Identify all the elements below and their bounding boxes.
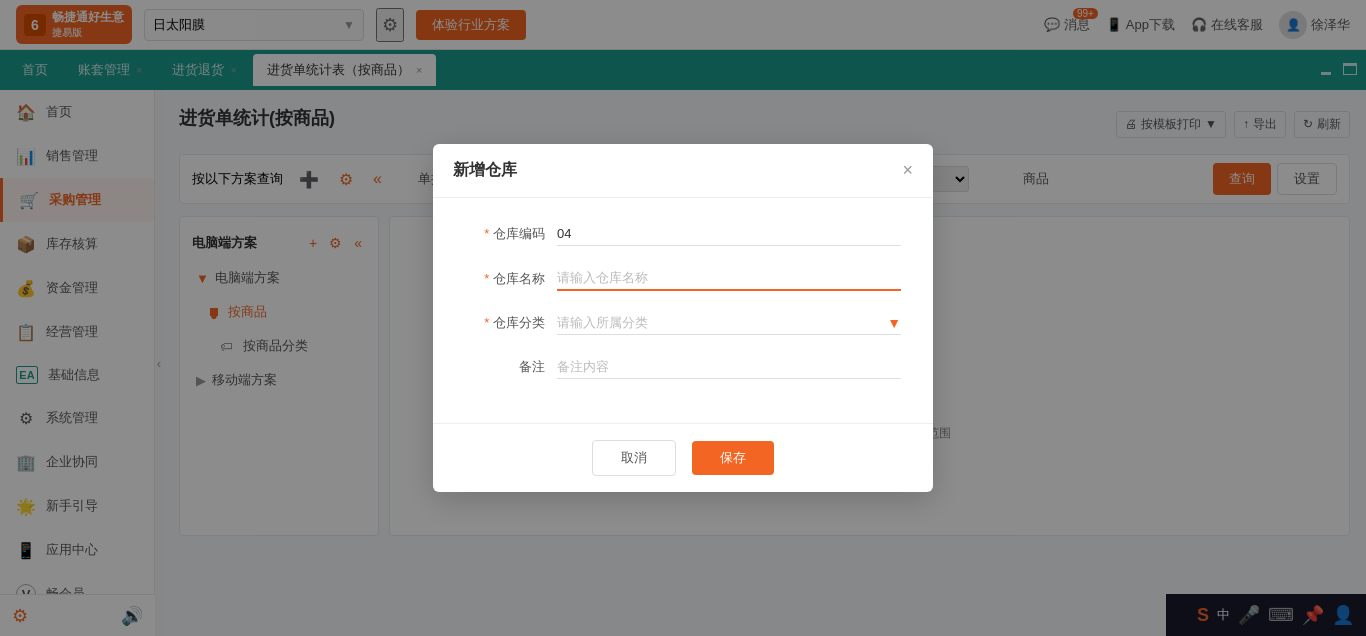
note-label: 备注 [465,358,545,376]
save-button[interactable]: 保存 [692,441,774,475]
category-label: 仓库分类 [465,314,545,332]
category-select[interactable] [557,311,901,335]
form-row-name: 仓库名称 [465,266,901,291]
modal-footer: 取消 保存 [433,423,933,492]
modal-close-button[interactable]: × [902,160,913,181]
note-input[interactable] [557,355,901,379]
name-label: 仓库名称 [465,270,545,288]
category-select-wrap: ▼ 请输入所属分类 [557,311,901,335]
warehouse-code-input[interactable] [557,222,901,246]
modal-body: 仓库编码 仓库名称 仓库分类 ▼ 请输入所属分类 [433,198,933,423]
cancel-button[interactable]: 取消 [592,440,676,476]
new-warehouse-modal: 新增仓库 × 仓库编码 仓库名称 仓库分类 ▼ [433,144,933,492]
modal-title: 新增仓库 [453,160,517,181]
warehouse-name-input[interactable] [557,266,901,291]
modal-overlay: 新增仓库 × 仓库编码 仓库名称 仓库分类 ▼ [0,0,1366,636]
code-label: 仓库编码 [465,225,545,243]
form-row-note: 备注 [465,355,901,379]
form-row-category: 仓库分类 ▼ 请输入所属分类 [465,311,901,335]
form-row-code: 仓库编码 [465,222,901,246]
modal-header: 新增仓库 × [433,144,933,198]
